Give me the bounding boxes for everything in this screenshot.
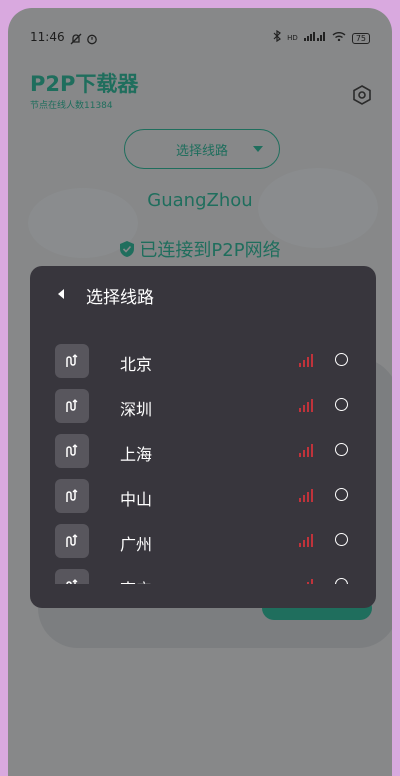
signal-bars-icon	[299, 489, 313, 502]
wifi-icon	[332, 31, 346, 45]
current-city: GuangZhou	[147, 190, 253, 211]
route-item-shenzhen[interactable]: 深圳	[30, 389, 376, 425]
route-radio[interactable]	[335, 398, 348, 411]
connection-status-text: 已连接到P2P网络	[139, 240, 281, 261]
route-item-shanghai[interactable]: 上海	[30, 434, 376, 470]
back-arrow-icon[interactable]	[56, 286, 70, 302]
route-name: 深圳	[120, 400, 153, 419]
signal-bars-icon	[307, 579, 313, 584]
route-selection-dialog: 选择线路 北京 深圳 上海 中山 广州	[30, 266, 376, 608]
status-bar: 11:46 HD 75	[8, 8, 392, 48]
phone-screen: 11:46 HD 75 P2P下载器 节点在线人数11384 选择线路 Guan…	[8, 8, 392, 776]
signal-bars-icon	[299, 444, 313, 457]
route-item-zhongshan[interactable]: 中山	[30, 479, 376, 515]
route-list[interactable]: 北京 深圳 上海 中山 广州	[30, 344, 376, 584]
alarm-icon	[86, 30, 98, 45]
signal-bars-icon	[299, 534, 313, 547]
network-label: HD	[287, 34, 298, 42]
bluetooth-icon	[273, 29, 282, 46]
signal-bars-icon	[299, 399, 313, 412]
route-name: 北京	[120, 355, 153, 374]
route-icon	[55, 434, 89, 468]
status-icons: HD 75	[273, 29, 370, 46]
dialog-header: 选择线路	[30, 266, 376, 322]
route-name: 上海	[120, 445, 153, 464]
route-select-dropdown[interactable]: 选择线路	[124, 129, 280, 169]
dialog-title: 选择线路	[86, 288, 154, 308]
route-select-label: 选择线路	[175, 143, 228, 159]
route-radio[interactable]	[335, 488, 348, 501]
route-icon	[55, 344, 89, 378]
route-icon	[55, 479, 89, 513]
route-icon	[55, 524, 89, 558]
settings-hexagon-icon	[353, 85, 371, 105]
route-item-nanning[interactable]: 南宁	[30, 569, 376, 584]
online-nodes-count: 节点在线人数11384	[30, 101, 113, 111]
status-time: 11:46	[30, 30, 65, 44]
route-item-guangzhou[interactable]: 广州	[30, 524, 376, 560]
signal-bars-icon	[299, 354, 313, 367]
route-radio[interactable]	[335, 443, 348, 456]
chevron-down-icon	[253, 146, 263, 152]
settings-button[interactable]	[351, 84, 373, 106]
connection-status: 已连接到P2P网络	[8, 236, 392, 262]
route-name: 中山	[120, 490, 153, 509]
mute-icon	[70, 30, 82, 45]
route-name: 广州	[120, 535, 153, 554]
route-item-beijing[interactable]: 北京	[30, 344, 376, 380]
battery-indicator: 75	[351, 32, 370, 44]
route-radio[interactable]	[335, 533, 348, 546]
route-radio[interactable]	[335, 578, 348, 584]
route-radio[interactable]	[335, 353, 348, 366]
route-name: 南宁	[120, 576, 152, 584]
app-title: P2P下载器	[30, 72, 139, 96]
cell-signal-icon	[303, 31, 326, 45]
route-icon	[55, 389, 89, 423]
shield-check-icon	[120, 241, 135, 257]
route-icon	[55, 569, 89, 584]
